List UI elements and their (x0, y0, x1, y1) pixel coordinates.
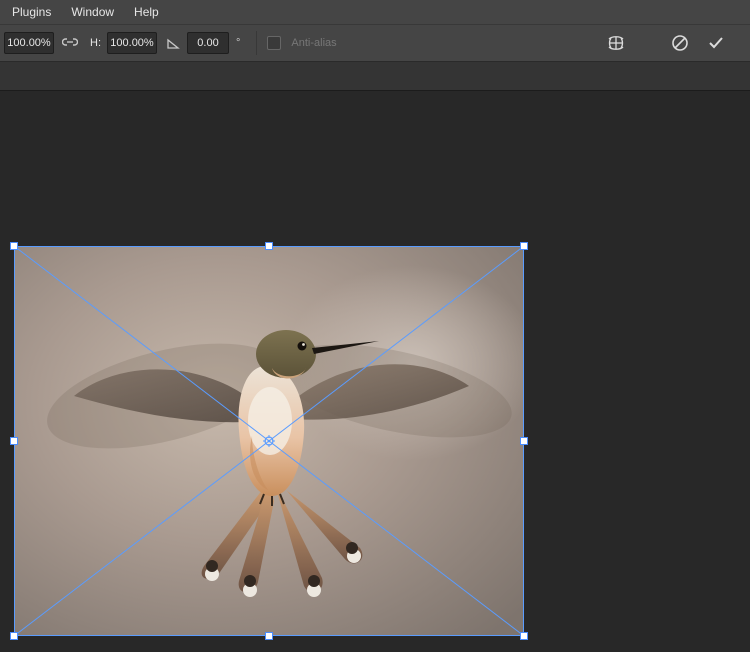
rotation-angle-icon (165, 35, 181, 51)
canvas-workspace[interactable] (0, 91, 750, 652)
scale-height-input[interactable]: 100.00% (107, 32, 157, 54)
link-aspect-ratio-icon[interactable] (60, 33, 80, 53)
transform-handle-top-right[interactable] (520, 242, 528, 250)
transform-handle-bottom-middle[interactable] (265, 632, 273, 640)
rotation-input[interactable]: 0.00 (187, 32, 229, 54)
transform-options-bar: 100.00% H: 100.00% 0.00 ° Anti-alias (0, 24, 750, 62)
antialias-label: Anti-alias (291, 37, 336, 49)
antialias-checkbox[interactable] (267, 36, 281, 50)
menu-plugins[interactable]: Plugins (2, 0, 61, 24)
transform-handle-bottom-right[interactable] (520, 632, 528, 640)
transform-handle-top-middle[interactable] (265, 242, 273, 250)
transform-handle-middle-right[interactable] (520, 437, 528, 445)
transform-pivot-icon[interactable] (263, 435, 275, 447)
scale-height-label: H: (90, 37, 101, 49)
transform-handle-top-left[interactable] (10, 242, 18, 250)
application-menu-bar: Plugins Window Help (0, 0, 750, 24)
degree-symbol: ° (236, 37, 240, 49)
commit-transform-button[interactable] (702, 29, 730, 57)
transform-handle-middle-left[interactable] (10, 437, 18, 445)
scale-width-input[interactable]: 100.00% (4, 32, 54, 54)
menu-window[interactable]: Window (61, 0, 124, 24)
warp-mode-toggle-icon[interactable] (602, 29, 630, 57)
transform-handle-bottom-left[interactable] (10, 632, 18, 640)
options-divider (256, 31, 257, 55)
menu-help[interactable]: Help (124, 0, 169, 24)
document-tab-strip (0, 62, 750, 91)
cancel-transform-button[interactable] (666, 29, 694, 57)
